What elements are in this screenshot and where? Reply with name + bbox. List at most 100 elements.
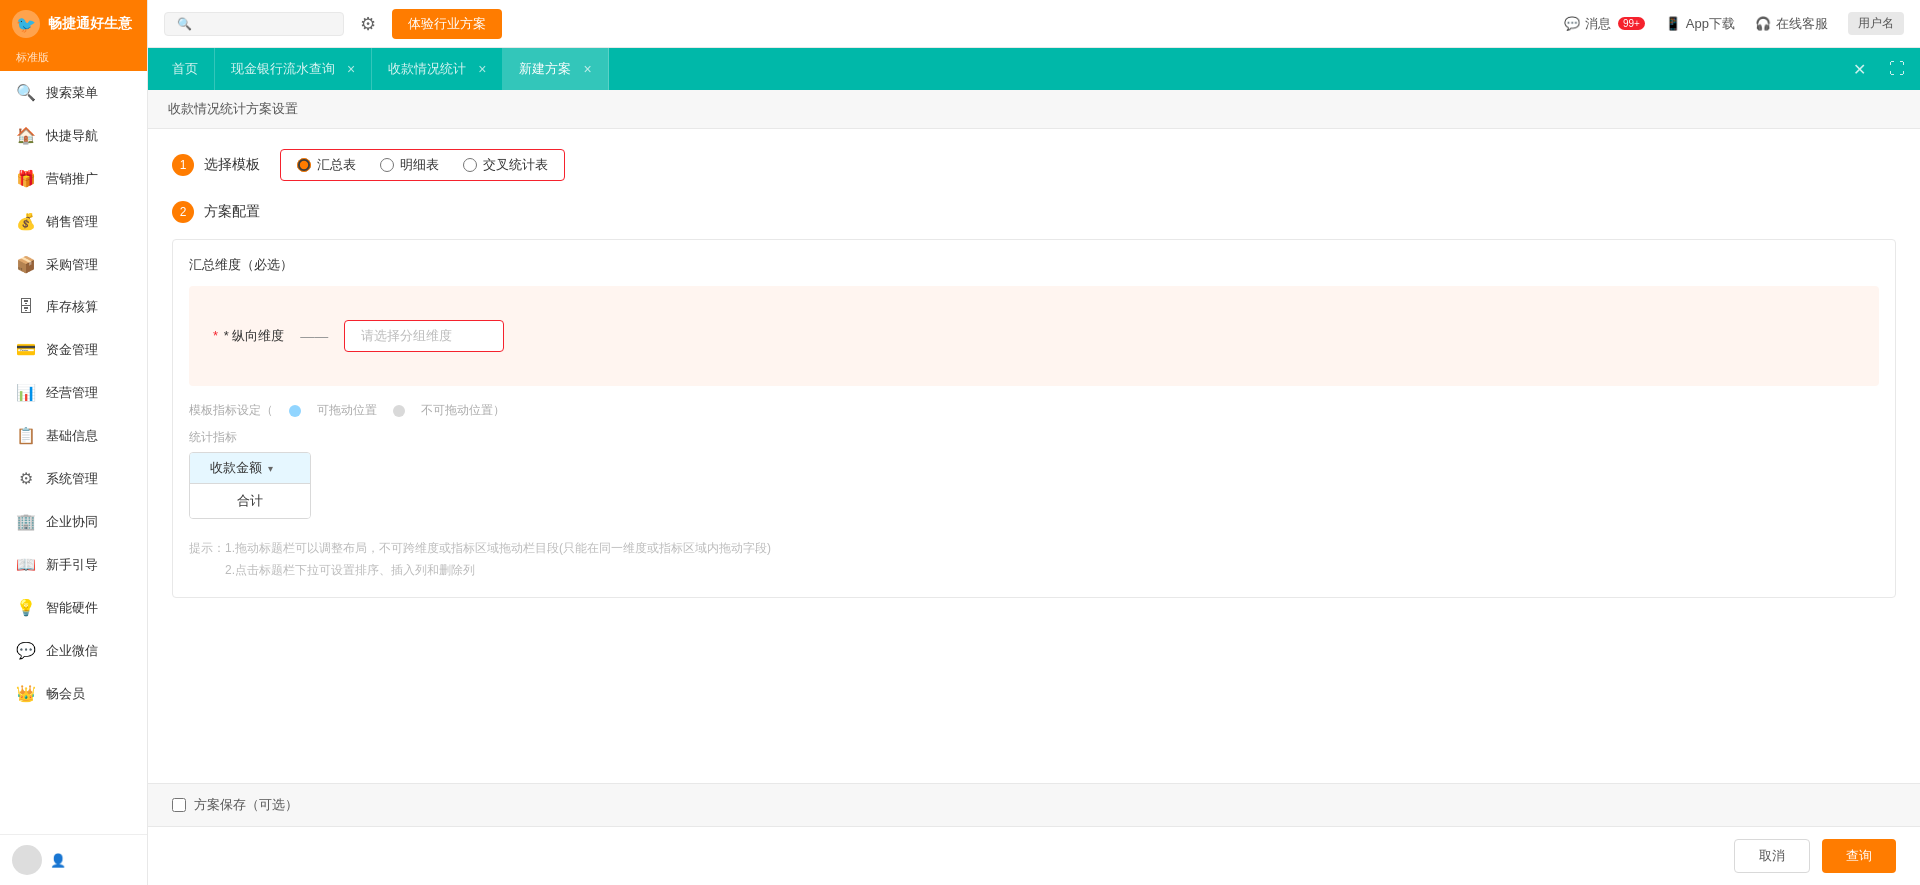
form-section: 1 选择模板 汇总表 明细表 交叉统计表 bbox=[148, 129, 1920, 783]
wechat-icon: 💬 bbox=[16, 641, 36, 660]
search-box[interactable]: 🔍 bbox=[164, 12, 344, 36]
sidebar-item-hardware[interactable]: 💡 智能硬件 bbox=[0, 586, 147, 629]
save-checkbox[interactable] bbox=[172, 798, 186, 812]
logo-text: 畅捷通好生意 bbox=[48, 15, 132, 33]
dimension-row: * * 纵向维度 —— 请选择分组维度 bbox=[213, 320, 504, 352]
query-button[interactable]: 查询 bbox=[1822, 839, 1896, 873]
user-info[interactable]: 用户名 bbox=[1848, 12, 1904, 35]
sidebar-item-system[interactable]: ⚙ 系统管理 bbox=[0, 457, 147, 500]
tab-collection-stats-label: 收款情况统计 bbox=[388, 60, 466, 78]
radio-detail[interactable]: 明细表 bbox=[380, 156, 439, 174]
notification-badge: 99+ bbox=[1618, 17, 1645, 30]
required-star: * bbox=[213, 328, 218, 343]
logo-icon: 🐦 bbox=[12, 10, 40, 38]
expand-button[interactable]: ⛶ bbox=[1882, 54, 1912, 84]
book-icon: 📖 bbox=[16, 555, 36, 574]
sidebar-item-marketing[interactable]: 🎁 营销推广 bbox=[0, 157, 147, 200]
tab-collection-stats-close[interactable]: × bbox=[478, 61, 486, 77]
search-icon: 🔍 bbox=[16, 83, 36, 102]
radio-cross-input[interactable] bbox=[463, 158, 477, 172]
sidebar-item-search[interactable]: 🔍 搜索菜单 bbox=[0, 71, 147, 114]
sidebar-item-corp[interactable]: 🏢 企业协同 bbox=[0, 500, 147, 543]
sidebar-item-label: 基础信息 bbox=[46, 427, 98, 445]
tab-new-plan[interactable]: 新建方案 × bbox=[503, 48, 608, 90]
sidebar-item-basic[interactable]: 📋 基础信息 bbox=[0, 414, 147, 457]
dimension-select-placeholder: 请选择分组维度 bbox=[361, 328, 452, 343]
step1-row: 1 选择模板 汇总表 明细表 交叉统计表 bbox=[172, 149, 1896, 181]
breadcrumb-text: 收款情况统计方案设置 bbox=[168, 101, 298, 116]
sidebar-item-operation[interactable]: 📊 经营管理 bbox=[0, 371, 147, 414]
cancel-button[interactable]: 取消 bbox=[1734, 839, 1810, 873]
avatar bbox=[12, 845, 42, 875]
tab-cash-flow-close[interactable]: × bbox=[347, 61, 355, 77]
step2-label: 方案配置 bbox=[204, 203, 260, 221]
inventory-icon: 🗄 bbox=[16, 298, 36, 316]
radio-detail-label: 明细表 bbox=[400, 156, 439, 174]
page-breadcrumb: 收款情况统计方案设置 bbox=[148, 90, 1920, 129]
draggable-hint: 模板指标设定（ 可拖动位置 不可拖动位置） bbox=[189, 402, 1879, 419]
undraggable-dot bbox=[393, 405, 405, 417]
trial-button[interactable]: 体验行业方案 bbox=[392, 9, 502, 39]
sidebar-item-purchase[interactable]: 📦 采购管理 bbox=[0, 243, 147, 286]
sidebar-item-label: 采购管理 bbox=[46, 256, 98, 274]
step2-row: 2 方案配置 bbox=[172, 201, 1896, 223]
tab-new-plan-close[interactable]: × bbox=[583, 61, 591, 77]
tips-area: 提示：1.拖动标题栏可以调整布局，不可跨维度或指标区域拖动栏目段(只能在同一维度… bbox=[189, 538, 1879, 581]
tab-new-plan-label: 新建方案 bbox=[519, 60, 571, 78]
gear-icon: ⚙ bbox=[16, 469, 36, 488]
step2-badge: 2 bbox=[172, 201, 194, 223]
basic-icon: 📋 bbox=[16, 426, 36, 445]
tab-home[interactable]: 首页 bbox=[156, 48, 215, 90]
topbar: 🔍 ⚙ 体验行业方案 💬 消息 99+ 📱 App下载 🎧 在线客服 用户名 bbox=[148, 0, 1920, 48]
close-all-button[interactable]: ✕ bbox=[1844, 54, 1874, 84]
save-option: 方案保存（可选） bbox=[148, 783, 1920, 826]
gift-icon: 🎁 bbox=[16, 169, 36, 188]
config-section: 汇总维度（必选） * * 纵向维度 —— 请选择分组维度 bbox=[172, 239, 1896, 598]
sidebar-bottom: 👤 bbox=[0, 834, 147, 885]
sidebar-item-nav[interactable]: 🏠 快捷导航 bbox=[0, 114, 147, 157]
radio-summary-input[interactable] bbox=[297, 158, 311, 172]
sidebar-logo: 🐦 畅捷通好生意 bbox=[0, 0, 147, 48]
tab-cash-flow[interactable]: 现金银行流水查询 × bbox=[215, 48, 372, 90]
message-icon: 💬 bbox=[1564, 16, 1580, 31]
sidebar-item-member[interactable]: 👑 畅会员 bbox=[0, 672, 147, 715]
download-icon: 📱 bbox=[1665, 16, 1681, 31]
sidebar-item-label: 库存核算 bbox=[46, 298, 98, 316]
draggable-dot bbox=[289, 405, 301, 417]
notification-item[interactable]: 💬 消息 99+ bbox=[1564, 15, 1645, 33]
dimension-title: 汇总维度（必选） bbox=[189, 256, 1879, 274]
member-icon: 👑 bbox=[16, 684, 36, 703]
tip2: 2.点击标题栏下拉可设置排序、插入列和删除列 bbox=[225, 560, 1879, 582]
hardware-icon: 💡 bbox=[16, 598, 36, 617]
dimension-select[interactable]: 请选择分组维度 bbox=[344, 320, 504, 352]
chevron-down-icon[interactable]: ▾ bbox=[268, 463, 273, 474]
sidebar-badge: 标准版 bbox=[0, 48, 147, 71]
sidebar-item-guide[interactable]: 📖 新手引导 bbox=[0, 543, 147, 586]
radio-detail-input[interactable] bbox=[380, 158, 394, 172]
box-icon: 📦 bbox=[16, 255, 36, 274]
tab-home-label: 首页 bbox=[172, 60, 198, 78]
metrics-header[interactable]: 收款金额 ▾ bbox=[190, 453, 310, 484]
chart-icon: 📊 bbox=[16, 383, 36, 402]
download-label: App下载 bbox=[1686, 15, 1735, 33]
sidebar-item-funds[interactable]: 💳 资金管理 bbox=[0, 328, 147, 371]
sidebar: 🐦 畅捷通好生意 标准版 🔍 搜索菜单 🏠 快捷导航 🎁 营销推广 💰 销售管理… bbox=[0, 0, 148, 885]
step1-label: 选择模板 bbox=[204, 156, 260, 174]
tip1: 提示：1.拖动标题栏可以调整布局，不可跨维度或指标区域拖动栏目段(只能在同一维度… bbox=[189, 538, 1879, 560]
dimension-row-label: * * 纵向维度 bbox=[213, 327, 284, 345]
radio-cross-label: 交叉统计表 bbox=[483, 156, 548, 174]
sidebar-item-sales[interactable]: 💰 销售管理 bbox=[0, 200, 147, 243]
tab-collection-stats[interactable]: 收款情况统计 × bbox=[372, 48, 503, 90]
sidebar-item-inventory[interactable]: 🗄 库存核算 bbox=[0, 286, 147, 328]
settings-icon[interactable]: ⚙ bbox=[360, 13, 376, 35]
download-item[interactable]: 📱 App下载 bbox=[1665, 15, 1735, 33]
sidebar-item-label: 系统管理 bbox=[46, 470, 98, 488]
sidebar-item-wechat[interactable]: 💬 企业微信 bbox=[0, 629, 147, 672]
radio-cross[interactable]: 交叉统计表 bbox=[463, 156, 548, 174]
sidebar-item-label: 企业协同 bbox=[46, 513, 98, 531]
support-item[interactable]: 🎧 在线客服 bbox=[1755, 15, 1828, 33]
radio-summary[interactable]: 汇总表 bbox=[297, 156, 356, 174]
sidebar-item-label: 畅会员 bbox=[46, 685, 85, 703]
notification-label: 消息 bbox=[1585, 15, 1611, 33]
support-icon: 🎧 bbox=[1755, 16, 1771, 31]
